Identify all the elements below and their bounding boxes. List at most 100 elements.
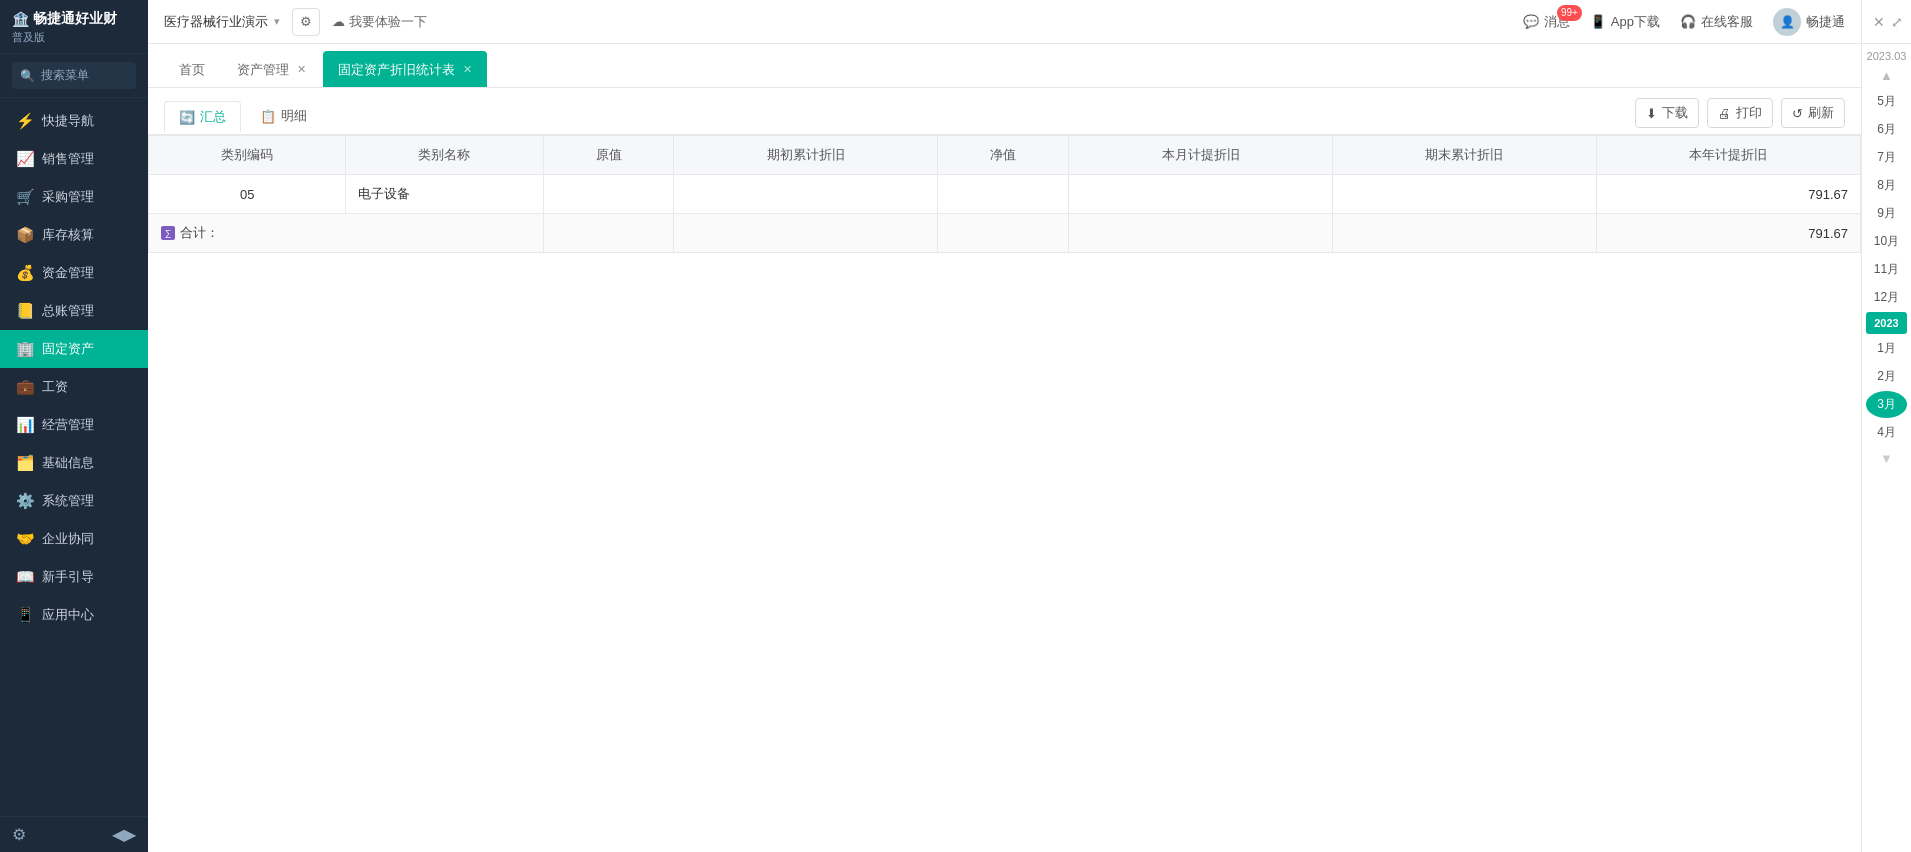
sum-row: ∑ 合计： 791.67: [149, 214, 1861, 253]
month-item-2[interactable]: 2月: [1866, 363, 1907, 390]
month-item-6[interactable]: 6月: [1866, 116, 1907, 143]
content-area: 🔄 汇总 📋 明细 ⬇ 下载 🖨 打印 ↺ 刷新: [148, 88, 1861, 852]
sidebar-item-label-quicknav: 快捷导航: [42, 112, 94, 130]
panel-scroll-down[interactable]: ▼: [1862, 447, 1911, 470]
sidebar-item-label-ledger: 总账管理: [42, 302, 94, 320]
settings-button[interactable]: ⚙: [292, 8, 320, 36]
chevron-down-icon: ▾: [274, 15, 280, 28]
avatar-icon: 👤: [1780, 15, 1795, 29]
appcenter-icon: 📱: [16, 606, 34, 624]
month-item-3[interactable]: 3月: [1866, 391, 1907, 418]
month-item-12[interactable]: 12月: [1866, 284, 1907, 311]
tab-depreciation-close[interactable]: ✕: [463, 63, 472, 76]
quicknav-icon: ⚡: [16, 112, 34, 130]
month-item-9[interactable]: 9月: [1866, 200, 1907, 227]
sidebar-item-quicknav[interactable]: ⚡ 快捷导航: [0, 102, 148, 140]
sidebar-item-appcenter[interactable]: 📱 应用中心: [0, 596, 148, 634]
main-content: 医疗器械行业演示 ▾ ⚙ ☁ 我要体验一下 💬 消息 99+ 📱 App下载 🎧…: [148, 0, 1861, 852]
sidebar-item-label-operation: 经营管理: [42, 416, 94, 434]
sidebar-item-system[interactable]: ⚙️ 系统管理: [0, 482, 148, 520]
tab-asset-manage-label: 资产管理: [237, 61, 289, 79]
month-item-4[interactable]: 4月: [1866, 419, 1907, 446]
sidebar-item-label-fixedasset: 固定资产: [42, 340, 94, 358]
sum-label-text: 合计：: [180, 224, 219, 242]
download-button[interactable]: ⬇ 下载: [1635, 98, 1699, 128]
sub-tab-summary[interactable]: 🔄 汇总: [164, 101, 241, 133]
sidebar-item-label-system: 系统管理: [42, 492, 94, 510]
sub-tab-summary-label: 汇总: [200, 108, 226, 126]
sidebar-item-label-inventory: 库存核算: [42, 226, 94, 244]
row-period-acc: [1333, 175, 1597, 214]
refresh-button[interactable]: ↺ 刷新: [1781, 98, 1845, 128]
scroll-down-icon: ▼: [1880, 451, 1893, 466]
col-code: 类别编码: [149, 136, 346, 175]
sidebar-item-ledger[interactable]: 📒 总账管理: [0, 292, 148, 330]
col-monthly: 本月计提折旧: [1069, 136, 1333, 175]
sidebar-logo: 🏦 畅捷通好业财 普及版: [0, 0, 148, 54]
sidebar-item-operation[interactable]: 📊 经营管理: [0, 406, 148, 444]
settings-footer-icon[interactable]: ⚙: [12, 825, 26, 844]
message-button[interactable]: 💬 消息 99+: [1523, 13, 1570, 31]
sum-icon: ∑: [161, 226, 175, 240]
month-item-11[interactable]: 11月: [1866, 256, 1907, 283]
depreciation-table: 类别编码 类别名称 原值 期初累计折旧 净值 本月计提折旧 期末累计折旧 本年计…: [148, 135, 1861, 253]
operation-icon: 📊: [16, 416, 34, 434]
salary-icon: 💼: [16, 378, 34, 396]
experience-button[interactable]: ☁ 我要体验一下: [332, 13, 427, 31]
sidebar-item-sales[interactable]: 📈 销售管理: [0, 140, 148, 178]
sum-net: [938, 214, 1069, 253]
sales-icon: 📈: [16, 150, 34, 168]
sidebar-item-label-appcenter: 应用中心: [42, 606, 94, 624]
tab-home[interactable]: 首页: [164, 51, 220, 87]
tab-asset-manage[interactable]: 资产管理 ✕: [222, 51, 321, 87]
panel-close-icon[interactable]: ✕: [1873, 14, 1885, 30]
sidebar-item-purchase[interactable]: 🛒 采购管理: [0, 178, 148, 216]
sum-annual: 791.67: [1596, 214, 1860, 253]
download-btn-icon: ⬇: [1646, 106, 1657, 121]
download-icon: 📱: [1590, 14, 1606, 29]
sidebar-item-finance[interactable]: 💰 资金管理: [0, 254, 148, 292]
tab-home-label: 首页: [179, 61, 205, 79]
sidebar-nav: ⚡ 快捷导航📈 销售管理🛒 采购管理📦 库存核算💰 资金管理📒 总账管理🏢 固定…: [0, 98, 148, 816]
print-button[interactable]: 🖨 打印: [1707, 98, 1773, 128]
collapse-icon[interactable]: ◀▶: [112, 825, 136, 844]
sub-tab-detail[interactable]: 📋 明细: [245, 100, 322, 132]
company-selector[interactable]: 医疗器械行业演示 ▾: [164, 13, 280, 31]
logo-icon: 🏦: [12, 11, 29, 27]
row-annual: 791.67: [1596, 175, 1860, 214]
search-icon: 🔍: [20, 69, 35, 83]
sidebar-item-label-sales: 销售管理: [42, 150, 94, 168]
month-item-5[interactable]: 5月: [1866, 88, 1907, 115]
panel-expand-icon[interactable]: ⤢: [1891, 14, 1903, 30]
topbar-right: 💬 消息 99+ 📱 App下载 🎧 在线客服 👤 畅捷通: [1523, 8, 1845, 36]
sidebar-item-collab[interactable]: 🤝 企业协同: [0, 520, 148, 558]
sidebar-item-fixedasset[interactable]: 🏢 固定资产: [0, 330, 148, 368]
tab-asset-manage-close[interactable]: ✕: [297, 63, 306, 76]
sidebar-item-guide[interactable]: 📖 新手引导: [0, 558, 148, 596]
sidebar-item-inventory[interactable]: 📦 库存核算: [0, 216, 148, 254]
panel-scroll-up[interactable]: ▲: [1862, 64, 1911, 87]
tab-depreciation-report[interactable]: 固定资产折旧统计表 ✕: [323, 51, 487, 87]
app-download-button[interactable]: 📱 App下载: [1590, 13, 1660, 31]
month-item-7[interactable]: 7月: [1866, 144, 1907, 171]
col-initial-acc: 期初累计折旧: [674, 136, 938, 175]
table-row: 05 电子设备 791.67: [149, 175, 1861, 214]
download-btn-label: 下载: [1662, 104, 1688, 122]
experience-label: 我要体验一下: [349, 13, 427, 31]
sidebar-item-salary[interactable]: 💼 工资: [0, 368, 148, 406]
company-name: 医疗器械行业演示: [164, 13, 268, 31]
user-avatar-area[interactable]: 👤 畅捷通: [1773, 8, 1845, 36]
month-item-10[interactable]: 10月: [1866, 228, 1907, 255]
row-code: 05: [149, 175, 346, 214]
table-wrap: 类别编码 类别名称 原值 期初累计折旧 净值 本月计提折旧 期末累计折旧 本年计…: [148, 135, 1861, 852]
search-menu-button[interactable]: 🔍 搜索菜单: [12, 62, 136, 89]
sidebar-item-basic[interactable]: 🗂️ 基础信息: [0, 444, 148, 482]
month-item-8[interactable]: 8月: [1866, 172, 1907, 199]
sidebar-footer: ⚙ ◀▶: [0, 816, 148, 852]
month-item-1[interactable]: 1月: [1866, 335, 1907, 362]
app-download-label: App下载: [1611, 13, 1660, 31]
online-service-button[interactable]: 🎧 在线客服: [1680, 13, 1753, 31]
avatar: 👤: [1773, 8, 1801, 36]
message-badge: 99+: [1557, 5, 1582, 21]
sidebar: 🏦 畅捷通好业财 普及版 🔍 搜索菜单 ⚡ 快捷导航📈 销售管理🛒 采购管理📦 …: [0, 0, 148, 852]
